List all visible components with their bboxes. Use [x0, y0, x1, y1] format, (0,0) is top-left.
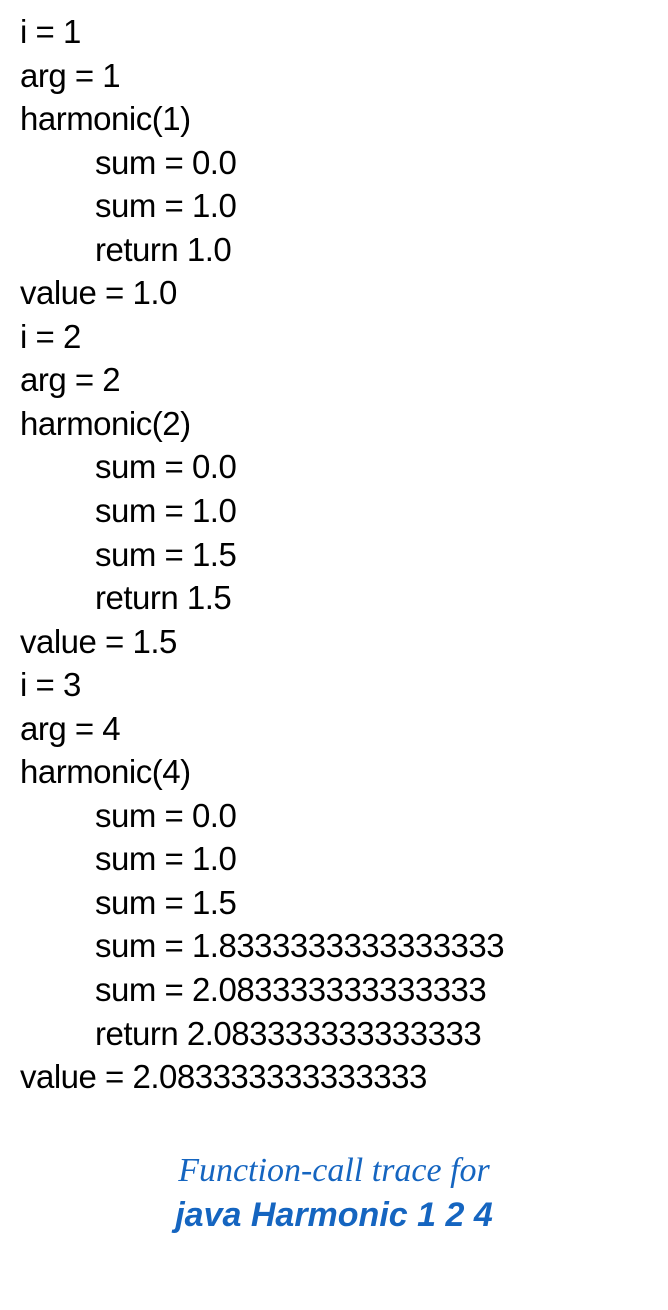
- trace-line: i = 2: [20, 315, 648, 359]
- trace-line: return 1.0: [20, 228, 648, 272]
- trace-line: sum = 1.5: [20, 533, 648, 577]
- trace-line: value = 1.5: [20, 620, 648, 664]
- figure-caption: Function-call trace for java Harmonic 1 …: [20, 1149, 648, 1237]
- caption-description: Function-call trace for: [20, 1149, 648, 1193]
- trace-line: harmonic(1): [20, 97, 648, 141]
- trace-line: return 2.083333333333333: [20, 1012, 648, 1056]
- trace-line: arg = 4: [20, 707, 648, 751]
- trace-line: arg = 1: [20, 54, 648, 98]
- trace-line: value = 2.083333333333333: [20, 1055, 648, 1099]
- trace-line: arg = 2: [20, 358, 648, 402]
- caption-command: java Harmonic 1 2 4: [20, 1193, 648, 1237]
- trace-line: sum = 2.083333333333333: [20, 968, 648, 1012]
- trace-line: sum = 1.0: [20, 184, 648, 228]
- trace-line: sum = 1.5: [20, 881, 648, 925]
- trace-line: return 1.5: [20, 576, 648, 620]
- trace-line: i = 3: [20, 663, 648, 707]
- trace-line: sum = 0.0: [20, 141, 648, 185]
- trace-line: harmonic(2): [20, 402, 648, 446]
- trace-line: sum = 0.0: [20, 794, 648, 838]
- trace-line: value = 1.0: [20, 271, 648, 315]
- trace-line: sum = 1.0: [20, 837, 648, 881]
- trace-line: i = 1: [20, 10, 648, 54]
- code-trace: i = 1arg = 1harmonic(1)sum = 0.0sum = 1.…: [20, 10, 648, 1099]
- trace-line: sum = 1.8333333333333333: [20, 924, 648, 968]
- trace-line: harmonic(4): [20, 750, 648, 794]
- trace-line: sum = 1.0: [20, 489, 648, 533]
- trace-line: sum = 0.0: [20, 445, 648, 489]
